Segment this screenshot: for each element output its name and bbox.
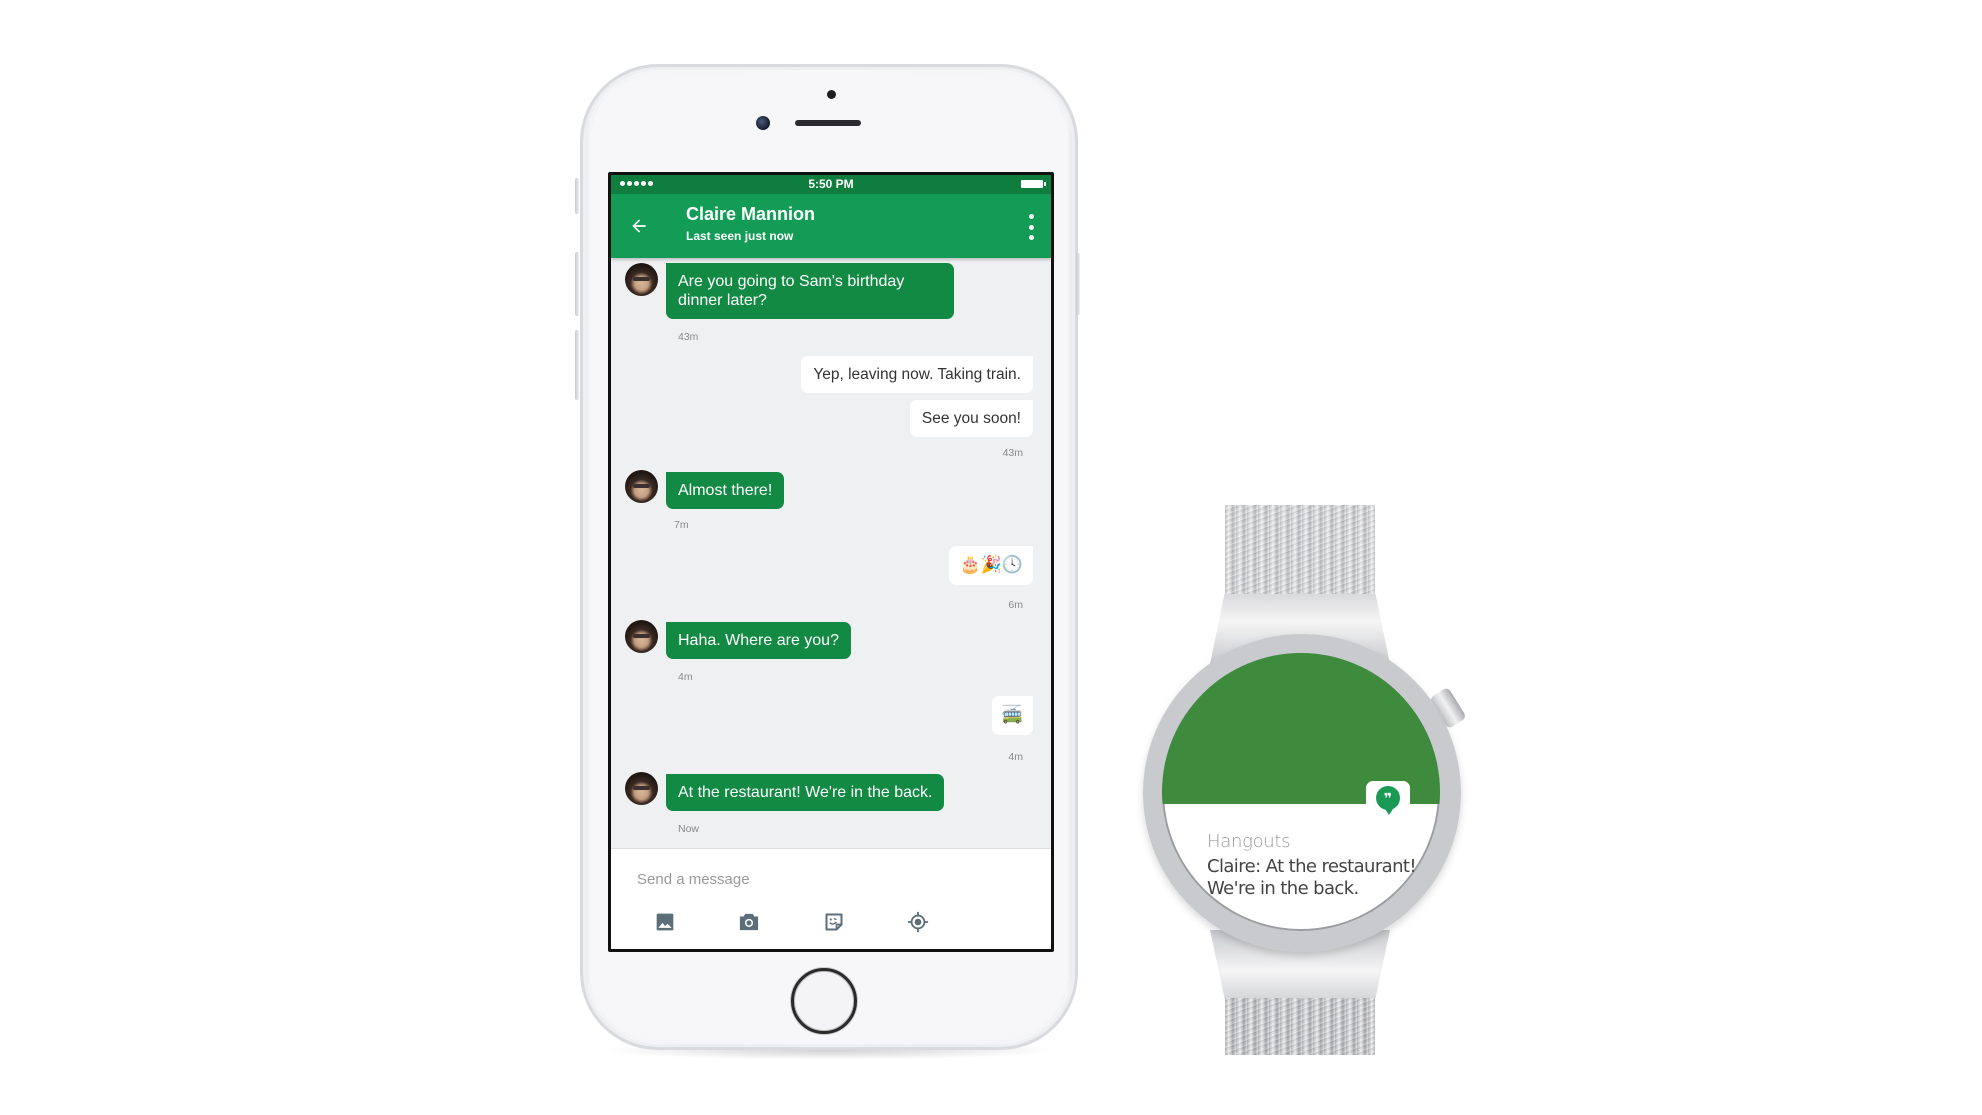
volume-down-button[interactable]	[575, 330, 579, 400]
avatar[interactable]	[625, 470, 658, 503]
earpiece-speaker	[795, 120, 861, 126]
camera-icon	[739, 913, 759, 931]
back-button[interactable]	[625, 212, 653, 240]
message-input[interactable]	[635, 866, 1019, 892]
message-timestamp: 4m	[678, 671, 693, 683]
front-camera	[756, 116, 770, 130]
watch-strap-bottom	[1225, 995, 1375, 1055]
contact-name: Claire Mannion	[686, 204, 816, 224]
power-button[interactable]	[1076, 253, 1080, 315]
message-timestamp: 4m	[1008, 751, 1023, 763]
notification-app-name: Hangouts	[1207, 831, 1291, 852]
message-bubble-outgoing-emoji[interactable]: 🎂🎉🕓	[949, 546, 1033, 585]
message-timestamp: Now	[678, 823, 700, 835]
message-bubble-outgoing-emoji[interactable]: 🚎	[991, 696, 1033, 735]
overflow-menu-button[interactable]	[1025, 214, 1037, 240]
message-timestamp: 43m	[1002, 447, 1023, 459]
message-bubble-outgoing[interactable]: Yep, leaving now. Taking train.	[801, 356, 1033, 393]
message-list[interactable]: Are you going to Sam's birthday dinner l…	[611, 258, 1051, 848]
avatar[interactable]	[625, 263, 658, 296]
sticker-button[interactable]	[822, 910, 846, 934]
message-bubble-incoming[interactable]: Are you going to Sam's birthday dinner l…	[666, 263, 954, 319]
message-composer	[611, 848, 1051, 949]
message-bubble-incoming[interactable]: Almost there!	[666, 472, 785, 509]
arrow-back-icon	[632, 219, 646, 233]
phone-screen: 5:50 PM Claire Mannion Last seen just no…	[608, 172, 1054, 952]
mute-switch[interactable]	[575, 178, 579, 214]
proximity-sensor	[827, 90, 836, 99]
share-location-button[interactable]	[906, 910, 930, 934]
home-button[interactable]	[791, 968, 857, 1034]
message-bubble-outgoing[interactable]: See you soon!	[909, 400, 1033, 437]
watch-strap-top	[1225, 505, 1375, 597]
conversation-toolbar: Claire Mannion Last seen just now	[611, 194, 1051, 258]
status-time: 5:50 PM	[808, 177, 854, 191]
message-timestamp: 6m	[1008, 599, 1023, 611]
watch-screen: ❞ Hangouts Claire: At the restaurant! We…	[1162, 653, 1440, 931]
status-bar: 5:50 PM	[611, 175, 1051, 194]
message-bubble-incoming[interactable]: At the restaurant! We're in the back.	[666, 774, 945, 811]
message-timestamp: 43m	[678, 331, 699, 343]
battery-full-icon	[1021, 180, 1046, 188]
sticker-icon	[825, 913, 843, 931]
attach-image-button[interactable]	[653, 910, 677, 934]
volume-up-button[interactable]	[575, 252, 579, 316]
hangouts-icon: ❞	[1376, 786, 1400, 815]
location-icon	[907, 911, 929, 933]
more-vert-icon	[1028, 214, 1034, 219]
contact-last-seen: Last seen just now	[686, 229, 794, 243]
avatar[interactable]	[625, 772, 658, 805]
message-bubble-incoming[interactable]: Haha. Where are you?	[666, 622, 851, 659]
notification-card[interactable]: Claire: At the restaurant! We're in the …	[1207, 856, 1427, 900]
image-icon	[656, 913, 674, 931]
camera-button[interactable]	[737, 910, 761, 934]
message-timestamp: 7m	[674, 519, 689, 531]
avatar[interactable]	[625, 620, 658, 653]
